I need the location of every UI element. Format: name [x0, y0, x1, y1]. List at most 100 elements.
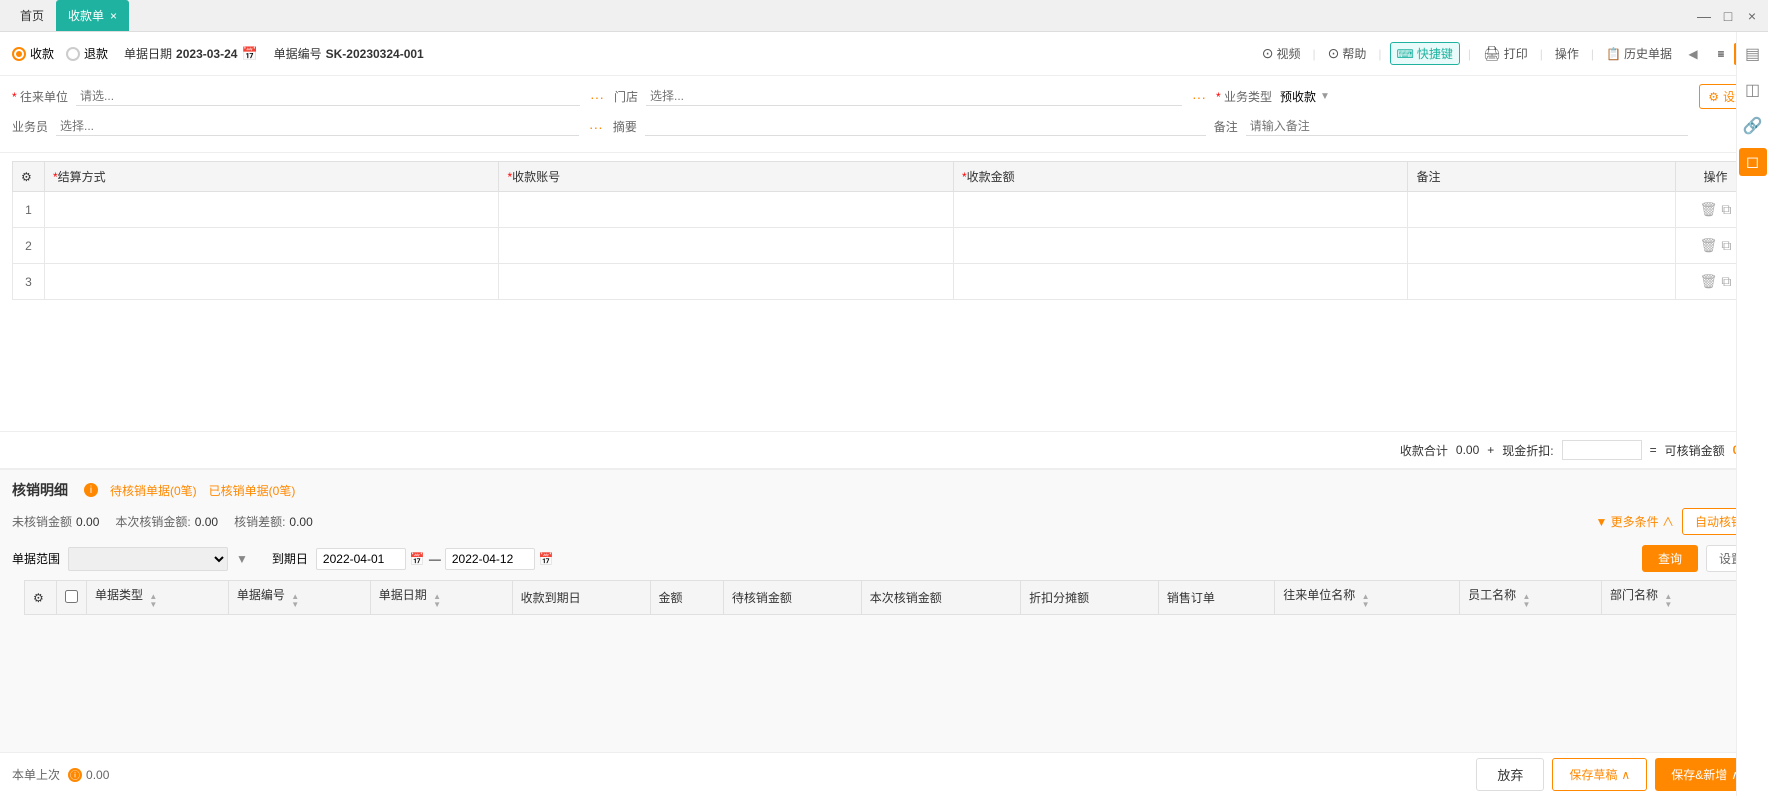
tab-collection-label: 收款单	[68, 7, 104, 24]
amount-cell[interactable]	[953, 192, 1407, 228]
minimize-button[interactable]: —	[1696, 8, 1712, 24]
summary-label: 摘要	[613, 118, 637, 135]
settlement-cell[interactable]	[45, 192, 499, 228]
sidebar-icon-3[interactable]: 🔗	[1739, 112, 1767, 140]
equals-sign: =	[1650, 443, 1657, 457]
bottom-gear-icon[interactable]: ⚙	[25, 581, 57, 615]
nav-arrows: ◀	[1684, 44, 1702, 64]
pending-tab[interactable]: 待核销单据(0笔)	[110, 482, 197, 499]
col-amount: 金额	[650, 581, 723, 615]
salesperson-more-icon[interactable]: ···	[587, 119, 605, 135]
total-label: 收款合计	[1400, 442, 1448, 459]
maximize-button[interactable]: □	[1720, 8, 1736, 24]
radio-refund-label: 退款	[84, 45, 108, 62]
table-settings-icon[interactable]: ⚙	[13, 162, 45, 192]
tab-bar: 首页 收款单 × — □ ×	[0, 0, 1768, 32]
save-draft-button[interactable]: 保存草稿 ∧	[1552, 758, 1647, 791]
sort-dept-icon[interactable]: ▲▼	[1664, 593, 1672, 609]
discount-input[interactable]	[1562, 440, 1642, 460]
tab-home[interactable]: 首页	[8, 0, 56, 31]
calendar-from-icon[interactable]: 📅	[410, 552, 425, 566]
writeoff-section: 核销明细 i 待核销单据(0笔) 已核销单据(0笔) 未核销金额 0.00 本次…	[0, 468, 1768, 752]
copy-icon[interactable]: ⧉	[1721, 273, 1731, 290]
store-input[interactable]	[646, 87, 1182, 106]
close-button[interactable]: ×	[1744, 8, 1760, 24]
footer-info-icon[interactable]: ⓘ	[68, 768, 82, 782]
sort-number-icon[interactable]: ▲▼	[291, 593, 299, 609]
sort-employee-icon[interactable]: ▲▼	[1522, 593, 1530, 609]
sort-date-icon[interactable]: ▲▼	[433, 593, 441, 609]
print-label: 打印	[1504, 45, 1528, 62]
top-toolbar: 收款 退款 单据日期 2023-03-24 📅 单据编号 SK-20230324…	[0, 32, 1768, 76]
amount-cell[interactable]	[953, 228, 1407, 264]
col-due-date: 收款到期日	[512, 581, 650, 615]
col-partner: 往来单位名称 ▲▼	[1275, 581, 1460, 615]
sort-partner-icon[interactable]: ▲▼	[1362, 593, 1370, 609]
delete-icon[interactable]: 🗑	[1700, 201, 1718, 218]
completed-tab[interactable]: 已核销单据(0笔)	[209, 482, 296, 499]
print-button[interactable]: 🖨 打印	[1479, 43, 1532, 64]
radio-refund[interactable]: 退款	[66, 45, 108, 62]
remarks-section: 备注	[1214, 117, 1688, 136]
date-label: 单据日期	[124, 45, 172, 62]
select-all-checkbox[interactable]	[65, 590, 78, 603]
bottom-table: ⚙ 单据类型 ▲▼ 单据编号 ▲▼ 单据日期 ▲▼	[24, 580, 1744, 615]
amount-cell[interactable]	[953, 264, 1407, 300]
range-select[interactable]	[68, 547, 228, 571]
list-view-button[interactable]: ≡	[1710, 43, 1732, 65]
date-to-input[interactable]	[445, 548, 535, 570]
remarks-cell[interactable]	[1408, 228, 1676, 264]
print-icon: 🖨	[1483, 45, 1501, 62]
tab-collection[interactable]: 收款单 ×	[56, 0, 129, 31]
account-cell[interactable]	[499, 264, 953, 300]
sidebar-icon-2[interactable]: ◫	[1739, 76, 1767, 104]
counterpart-more-icon[interactable]: ···	[588, 89, 606, 105]
remarks-input[interactable]	[1246, 117, 1688, 136]
remarks-cell[interactable]	[1408, 264, 1676, 300]
more-filters-button[interactable]: ▼ 更多条件 ∧	[1595, 513, 1674, 530]
query-button[interactable]: 查询	[1642, 545, 1698, 572]
video-button[interactable]: ⊙ 视频	[1258, 43, 1305, 64]
settlement-cell[interactable]	[45, 228, 499, 264]
prev-arrow[interactable]: ◀	[1684, 44, 1702, 64]
shortcut-button[interactable]: ⌨ 快捷键	[1390, 42, 1460, 65]
operations-button[interactable]: 操作	[1551, 43, 1583, 64]
summary-input[interactable]	[645, 117, 1206, 136]
calendar-icon[interactable]: 📅	[241, 46, 257, 62]
table-row: 1 🗑 ⧉	[13, 192, 1756, 228]
settlement-cell[interactable]	[45, 264, 499, 300]
radio-collection[interactable]: 收款	[12, 45, 54, 62]
writeoff-title: 核销明细	[12, 480, 68, 500]
counterpart-input[interactable]	[76, 87, 580, 106]
remarks-cell[interactable]	[1408, 192, 1676, 228]
copy-icon[interactable]: ⧉	[1721, 237, 1731, 254]
col-employee: 员工名称 ▲▼	[1460, 581, 1602, 615]
delete-icon[interactable]: 🗑	[1700, 237, 1718, 254]
account-cell[interactable]	[499, 228, 953, 264]
business-type-select[interactable]: 预收款 ▼	[1280, 88, 1400, 105]
account-cell[interactable]	[499, 192, 953, 228]
date-value[interactable]: 2023-03-24	[176, 47, 237, 61]
history-button[interactable]: 📋 历史单据	[1602, 43, 1676, 64]
salesperson-input[interactable]	[56, 117, 579, 136]
stats-row: 未核销金额 0.00 本次核销金额: 0.00 核销差额: 0.00 ▼ 更多条…	[12, 508, 1756, 535]
remarks-label: 备注	[1214, 118, 1238, 135]
diff-stat: 核销差额: 0.00	[234, 513, 313, 530]
date-from-input[interactable]	[316, 548, 406, 570]
sidebar-icon-4[interactable]: ◻	[1739, 148, 1767, 176]
form-row-2: 业务员 ··· 摘要 备注	[12, 117, 1756, 136]
col-pending: 待核销金额	[723, 581, 861, 615]
sort-type-icon[interactable]: ▲▼	[149, 593, 157, 609]
writeoff-info-icon[interactable]: i	[84, 483, 98, 497]
sidebar-icon-1[interactable]: ▤	[1739, 40, 1767, 68]
copy-icon[interactable]: ⧉	[1721, 201, 1731, 218]
store-more-icon[interactable]: ···	[1190, 89, 1208, 105]
abandon-button[interactable]: 放弃	[1476, 758, 1544, 791]
delete-icon[interactable]: 🗑	[1700, 273, 1718, 290]
help-button[interactable]: ⊙ 帮助	[1324, 43, 1371, 64]
history-icon: 📋	[1606, 47, 1621, 61]
tab-close-icon[interactable]: ×	[110, 9, 117, 23]
save-draft-label: 保存草稿	[1569, 766, 1617, 783]
calendar-to-icon[interactable]: 📅	[539, 552, 554, 566]
gear-icon: ⚙	[1708, 90, 1719, 104]
